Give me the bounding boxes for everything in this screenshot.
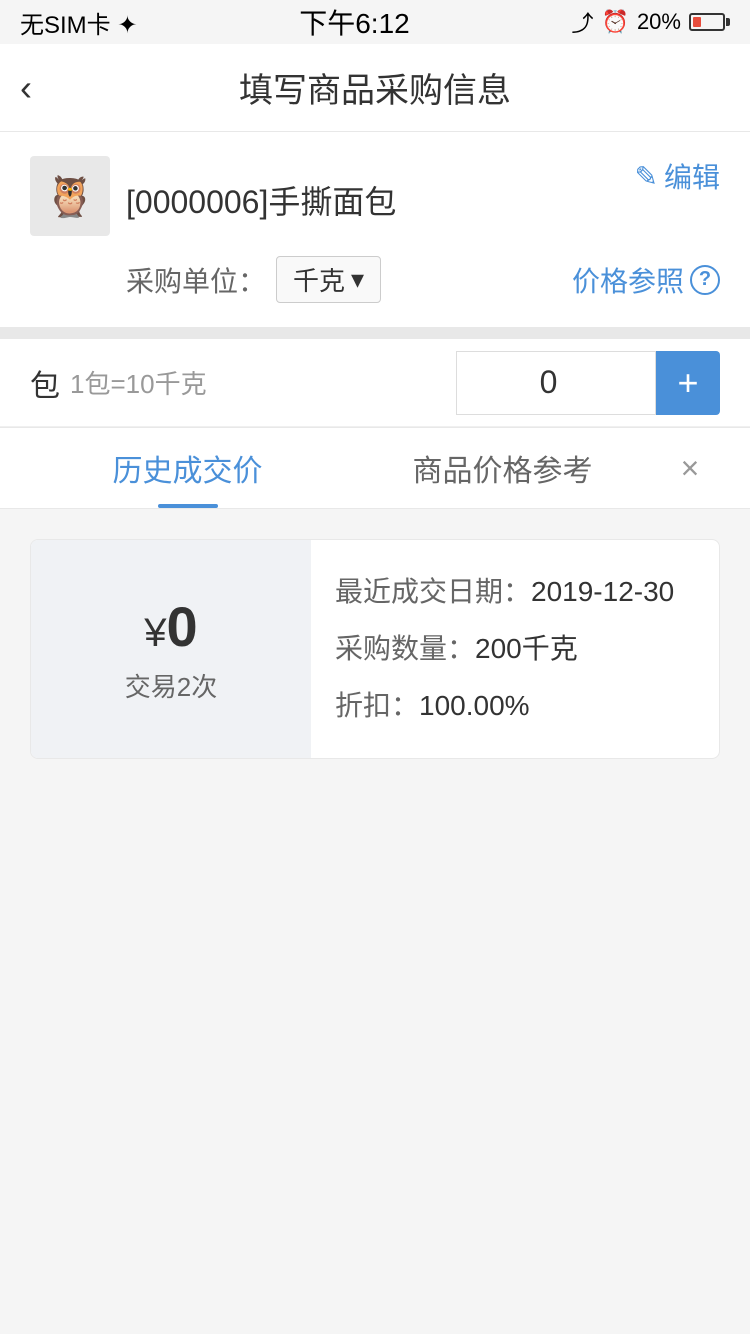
status-bar: 无SIM卡 ✦ 下午6:12 ⤴ ⏰ 20%	[0, 0, 750, 44]
battery-percent: 20%	[637, 9, 681, 35]
tab-history-price[interactable]: 历史成交价	[30, 428, 345, 508]
status-right: ⤴ ⏰ 20%	[572, 6, 730, 38]
quantity-label: 采购数量：	[335, 633, 475, 664]
edit-button[interactable]: ✎ 编辑	[635, 156, 720, 196]
tab-product-ref-label: 商品价格参考	[413, 446, 593, 490]
tab-active-indicator	[158, 504, 218, 508]
product-thumbnail: 🦉	[30, 156, 110, 236]
help-circle-icon: ?	[690, 265, 720, 295]
card-details: 最近成交日期：2019-12-30 采购数量：200千克 折扣：100.00%	[311, 540, 719, 758]
discount-label: 折扣：	[335, 690, 419, 721]
discount-info: 折扣：100.00%	[335, 684, 695, 729]
product-name: [0000006]手撕面包	[126, 169, 396, 223]
purchase-quantity: 采购数量：200千克	[335, 627, 695, 672]
page-title: 填写商品采购信息	[239, 63, 511, 112]
unit-tag: 包	[30, 361, 60, 405]
quantity-input[interactable]	[456, 351, 656, 415]
quantity-control: +	[456, 351, 720, 415]
back-button[interactable]: ‹	[20, 67, 32, 109]
date-value: 2019-12-30	[531, 576, 674, 607]
tab-close-button[interactable]: ×	[660, 428, 720, 508]
tab-history-label: 历史成交价	[113, 446, 263, 490]
last-transaction-date: 最近成交日期：2019-12-30	[335, 570, 695, 615]
alarm-icon: ⏰	[602, 9, 629, 35]
quantity-row: 包 1包=10千克 +	[0, 339, 750, 427]
price-reference-button[interactable]: 价格参照 ?	[572, 260, 720, 300]
location-icon: ⤴	[572, 6, 594, 38]
price-ref-label: 价格参照	[572, 260, 684, 300]
battery-icon	[689, 13, 730, 31]
unit-label: 采购单位：	[126, 260, 266, 300]
section-divider	[0, 327, 750, 339]
unit-select-dropdown[interactable]: 千克 ▾	[276, 256, 381, 303]
quantity-label: 包 1包=10千克	[30, 361, 207, 405]
product-owl-icon: 🦉	[45, 173, 95, 220]
edit-icon: ✎	[635, 160, 658, 193]
discount-value: 100.00%	[419, 690, 530, 721]
quantity-plus-button[interactable]: +	[656, 351, 720, 415]
status-time: 下午6:12	[299, 2, 410, 42]
tab-bar: 历史成交价 商品价格参考 ×	[0, 428, 750, 508]
unit-row: 采购单位： 千克 ▾	[126, 256, 381, 303]
dropdown-arrow-icon: ▾	[351, 264, 364, 295]
status-left: 无SIM卡 ✦	[20, 5, 137, 40]
nav-bar: ‹ 填写商品采购信息	[0, 44, 750, 132]
tab-product-price-ref[interactable]: 商品价格参考	[345, 428, 660, 508]
price-value: 0	[167, 595, 198, 658]
date-label: 最近成交日期：	[335, 576, 531, 607]
content-area: ¥0 交易2次 最近成交日期：2019-12-30 采购数量：200千克 折扣：…	[0, 509, 750, 1009]
card-price-summary: ¥0 交易2次	[31, 540, 311, 758]
product-left: 🦉 [0000006]手撕面包	[30, 156, 396, 236]
sim-text: 无SIM卡 ✦	[20, 5, 137, 40]
product-meta: 采购单位： 千克 ▾ 价格参照 ?	[30, 256, 720, 303]
unit-value: 千克	[293, 261, 345, 298]
unit-hint: 1包=10千克	[70, 364, 207, 401]
price-display: ¥0	[144, 594, 197, 659]
transaction-count: 交易2次	[125, 667, 217, 704]
edit-label: 编辑	[664, 156, 720, 196]
quantity-value: 200千克	[475, 633, 578, 664]
history-card: ¥0 交易2次 最近成交日期：2019-12-30 采购数量：200千克 折扣：…	[30, 539, 720, 759]
product-section: 🦉 [0000006]手撕面包 ✎ 编辑 采购单位： 千克 ▾ 价格参照 ?	[0, 132, 750, 327]
product-header: 🦉 [0000006]手撕面包 ✎ 编辑	[30, 156, 720, 236]
currency-symbol: ¥	[144, 611, 166, 655]
tab-section: 历史成交价 商品价格参考 ×	[0, 427, 750, 509]
